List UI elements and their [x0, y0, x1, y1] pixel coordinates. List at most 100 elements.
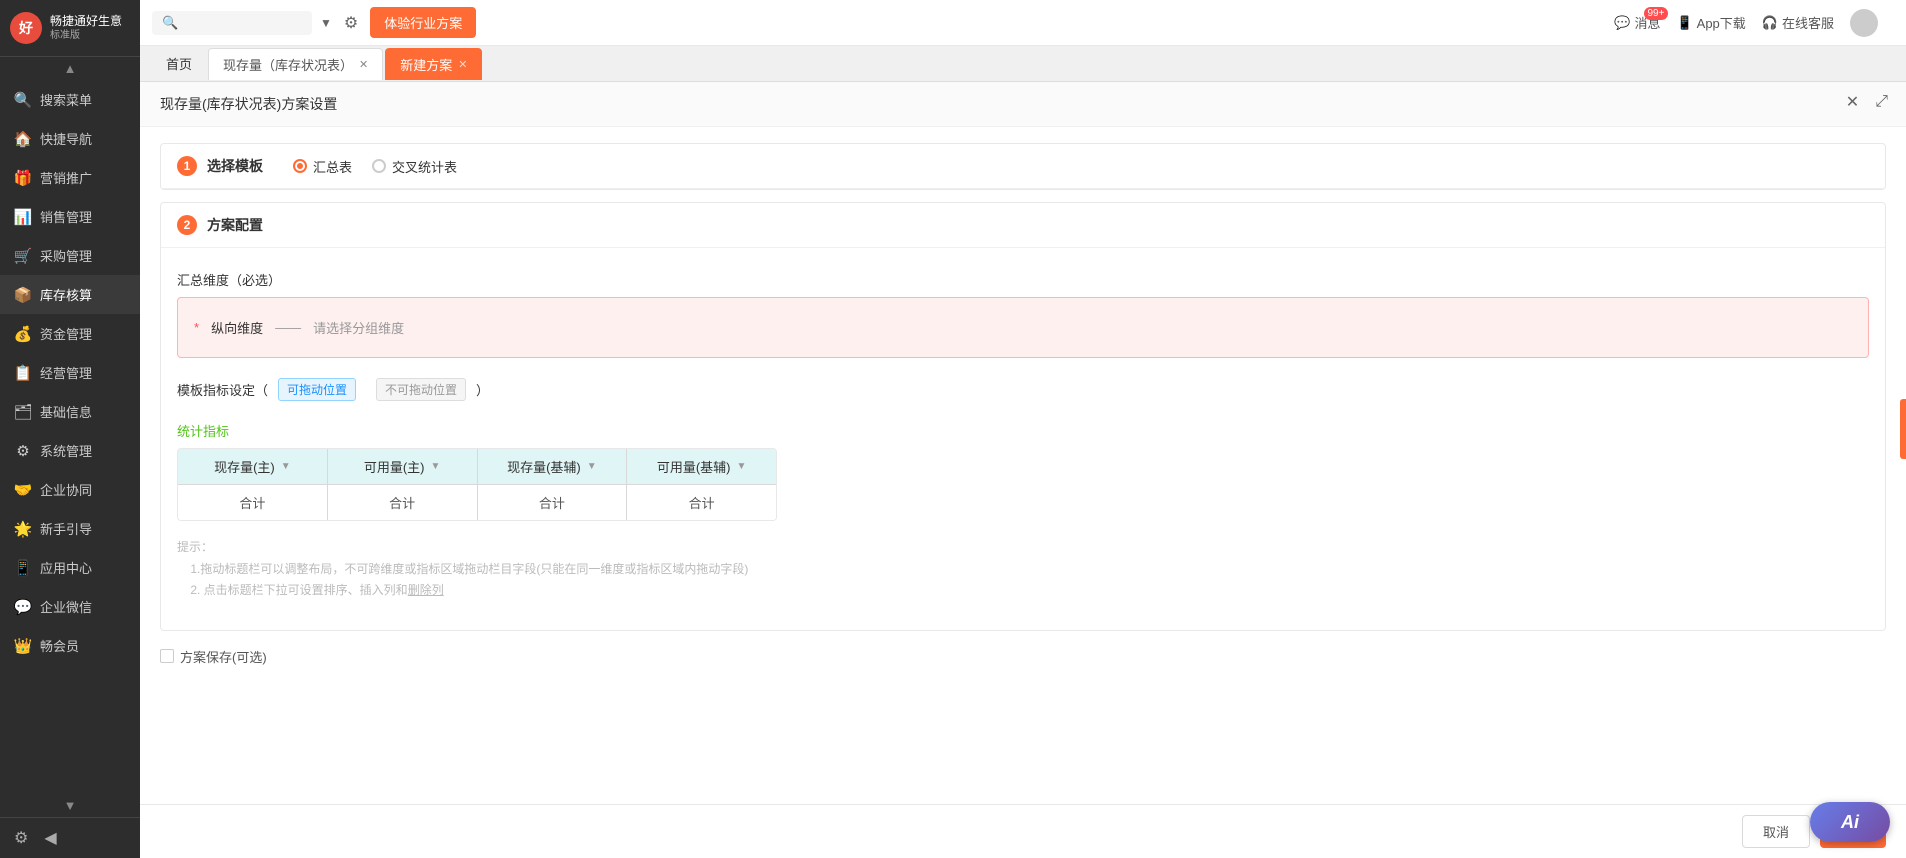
col-1-dropdown-icon: ▼ — [281, 461, 291, 472]
search-dropdown-button[interactable]: ▼ — [320, 16, 332, 30]
radio-crosstab[interactable]: 交叉统计表 — [372, 157, 457, 176]
save-check-row: 方案保存(可选) — [160, 647, 1886, 666]
sidebar-item-contract[interactable]: 🤝 企业协同 — [0, 470, 140, 509]
sidebar-item-label: 企业协同 — [40, 480, 92, 499]
sidebar-item-label: 销售管理 — [40, 207, 92, 226]
save-check-label: 方案保存(可选) — [180, 647, 267, 666]
col-2-dropdown-icon: ▼ — [431, 461, 441, 472]
stats-col-4-header[interactable]: 可用量(基辅) ▼ — [627, 449, 776, 485]
sidebar-item-label: 应用中心 — [40, 558, 92, 577]
stats-col-3-summary: 合计 — [539, 493, 565, 512]
money-icon: 💰 — [14, 325, 32, 343]
sidebar-item-sales[interactable]: 📊 销售管理 — [0, 197, 140, 236]
radio-summary-table[interactable]: 汇总表 — [293, 157, 352, 176]
dimension-dash: —— — [275, 320, 301, 335]
sidebar-scroll-up[interactable]: ▲ — [0, 57, 140, 80]
hint-1: 1.拖动标题栏可以调整布局，不可跨维度或指标区域拖动栏目字段(只能在同一维度或指… — [177, 559, 1869, 581]
radio-summary-circle — [293, 159, 307, 173]
step1-header: 1 选择模板 汇总表 交叉统计表 — [161, 144, 1885, 189]
required-mark: * — [194, 320, 199, 335]
radio-crosstab-label: 交叉统计表 — [392, 157, 457, 176]
settings-footer-icon[interactable]: ⚙ — [14, 828, 28, 848]
message-badge: 99+ — [1644, 7, 1669, 20]
phone-icon: 📱 — [14, 559, 32, 577]
tab-inventory-status-close[interactable]: ✕ — [359, 58, 368, 71]
sidebar-nav: 🔍 搜索菜单 🏠 快捷导航 🎁 营销推广 📊 销售管理 🛒 采购管理 📦 库存核… — [0, 80, 140, 794]
stats-col-3-header[interactable]: 现存量(基辅) ▼ — [478, 449, 627, 485]
sidebar-item-wechat[interactable]: 💬 企业微信 — [0, 587, 140, 626]
stats-col-3-label: 现存量(基辅) — [507, 457, 581, 476]
stats-col-1-header[interactable]: 现存量(主) ▼ — [178, 449, 327, 485]
sidebar-item-operation[interactable]: 📋 经营管理 — [0, 353, 140, 392]
stats-col-2-header[interactable]: 可用量(主) ▼ — [328, 449, 477, 485]
tab-bar: 首页 现存量（库存状况表） ✕ 新建方案 ✕ — [140, 46, 1906, 82]
search-input[interactable] — [184, 16, 302, 30]
topbar-search-box[interactable]: 🔍 — [152, 11, 312, 35]
tab-inventory-status-label: 现存量（库存状况表） — [223, 55, 353, 74]
message-button[interactable]: 💬 消息 99+ — [1614, 13, 1660, 32]
hint-title: 提示： — [177, 537, 1869, 559]
panel-close-button[interactable]: ✕ — [1840, 90, 1865, 114]
tab-inventory-status[interactable]: 现存量（库存状况表） ✕ — [208, 48, 383, 80]
folder-icon: 🗂 — [14, 403, 32, 421]
stats-col-2: 可用量(主) ▼ 合计 — [328, 449, 478, 520]
sidebar-item-label: 新手引导 — [40, 519, 92, 538]
sidebar-item-appcenter[interactable]: 📱 应用中心 — [0, 548, 140, 587]
hint-2: 2. 点击标题栏下拉可设置排序、插入列和删除列 — [177, 580, 1869, 602]
sidebar-item-purchase[interactable]: 🛒 采购管理 — [0, 236, 140, 275]
app-name-text: 畅捷通好生意 标准版 — [50, 13, 122, 44]
sidebar-item-label: 经营管理 — [40, 363, 92, 382]
sidebar-item-member[interactable]: 👑 畅会员 — [0, 626, 140, 665]
app-download-button[interactable]: 📱 App下载 — [1676, 13, 1745, 32]
gift-icon: 🎁 — [14, 169, 32, 187]
home-icon: 🏠 — [14, 130, 32, 148]
sidebar-item-finance[interactable]: 💰 资金管理 — [0, 314, 140, 353]
footer-buttons: 取消 查询 — [140, 804, 1906, 858]
indicator-settings-label: 模板指标设定（ — [177, 380, 268, 399]
trial-plan-button[interactable]: 体验行业方案 — [370, 7, 476, 38]
sidebar-item-label: 畅会员 — [40, 636, 79, 655]
sidebar-footer: ⚙ ◀ — [0, 817, 140, 858]
sidebar-item-label: 资金管理 — [40, 324, 92, 343]
sidebar-item-label: 企业微信 — [40, 597, 92, 616]
cancel-button[interactable]: 取消 — [1742, 815, 1810, 848]
sidebar-logo: 好 畅捷通好生意 标准版 — [0, 0, 140, 57]
not-draggable-tag: 不可拖动位置 — [376, 378, 466, 401]
sidebar-item-quicknav[interactable]: 🏠 快捷导航 — [0, 119, 140, 158]
sidebar-item-label: 快捷导航 — [40, 129, 92, 148]
stats-col-1: 现存量(主) ▼ 合计 — [178, 449, 328, 520]
app-logo-icon: 好 — [10, 12, 42, 44]
step1-badge: 1 — [177, 156, 197, 176]
online-service-button[interactable]: 🎧 在线客服 — [1762, 13, 1834, 32]
clipboard-icon: 📋 — [14, 364, 32, 382]
tab-new-scheme[interactable]: 新建方案 ✕ — [385, 48, 482, 80]
save-checkbox[interactable] — [160, 649, 174, 663]
dimension-placeholder[interactable]: 请选择分组维度 — [313, 318, 404, 337]
stats-col-4-label: 可用量(基辅) — [657, 457, 731, 476]
main-area: 🔍 ▼ ⚙ 体验行业方案 💬 消息 99+ 📱 App下载 🎧 在线客服 — [140, 0, 1906, 858]
tab-home[interactable]: 首页 — [152, 48, 206, 79]
stats-section-label: 统计指标 — [177, 421, 1869, 440]
mobile-icon: 📱 — [1676, 15, 1692, 31]
topbar-gear-button[interactable]: ⚙ — [340, 9, 362, 37]
message-icon: 💬 — [1614, 15, 1630, 31]
stats-table-header: 现存量(主) ▼ 合计 可用量(主) ▼ — [178, 449, 776, 520]
tab-home-label: 首页 — [166, 54, 192, 73]
user-avatar[interactable] — [1850, 9, 1878, 37]
collapse-sidebar-icon[interactable]: ◀ — [44, 828, 56, 848]
sidebar-item-newguide[interactable]: 🌟 新手引导 — [0, 509, 140, 548]
right-side-indicator — [1900, 399, 1906, 459]
stats-col-4: 可用量(基辅) ▼ 合计 — [627, 449, 776, 520]
sidebar-item-search[interactable]: 🔍 搜索菜单 — [0, 80, 140, 119]
sidebar-item-inventory[interactable]: 📦 库存核算 — [0, 275, 140, 314]
sidebar-item-marketing[interactable]: 🎁 营销推广 — [0, 158, 140, 197]
ai-bubble-button[interactable]: Ai — [1810, 802, 1890, 842]
tab-new-scheme-close[interactable]: ✕ — [458, 58, 467, 71]
sidebar-item-system[interactable]: ⚙ 系统管理 — [0, 431, 140, 470]
sidebar-item-basic[interactable]: 🗂 基础信息 — [0, 392, 140, 431]
panel-expand-button[interactable]: ⤢ — [1869, 91, 1894, 113]
radio-summary-label: 汇总表 — [313, 157, 352, 176]
hint-area: 提示： 1.拖动标题栏可以调整布局，不可跨维度或指标区域拖动栏目字段(只能在同一… — [177, 537, 1869, 602]
gear-icon: ⚙ — [14, 442, 32, 460]
sidebar-scroll-down[interactable]: ▼ — [0, 794, 140, 817]
